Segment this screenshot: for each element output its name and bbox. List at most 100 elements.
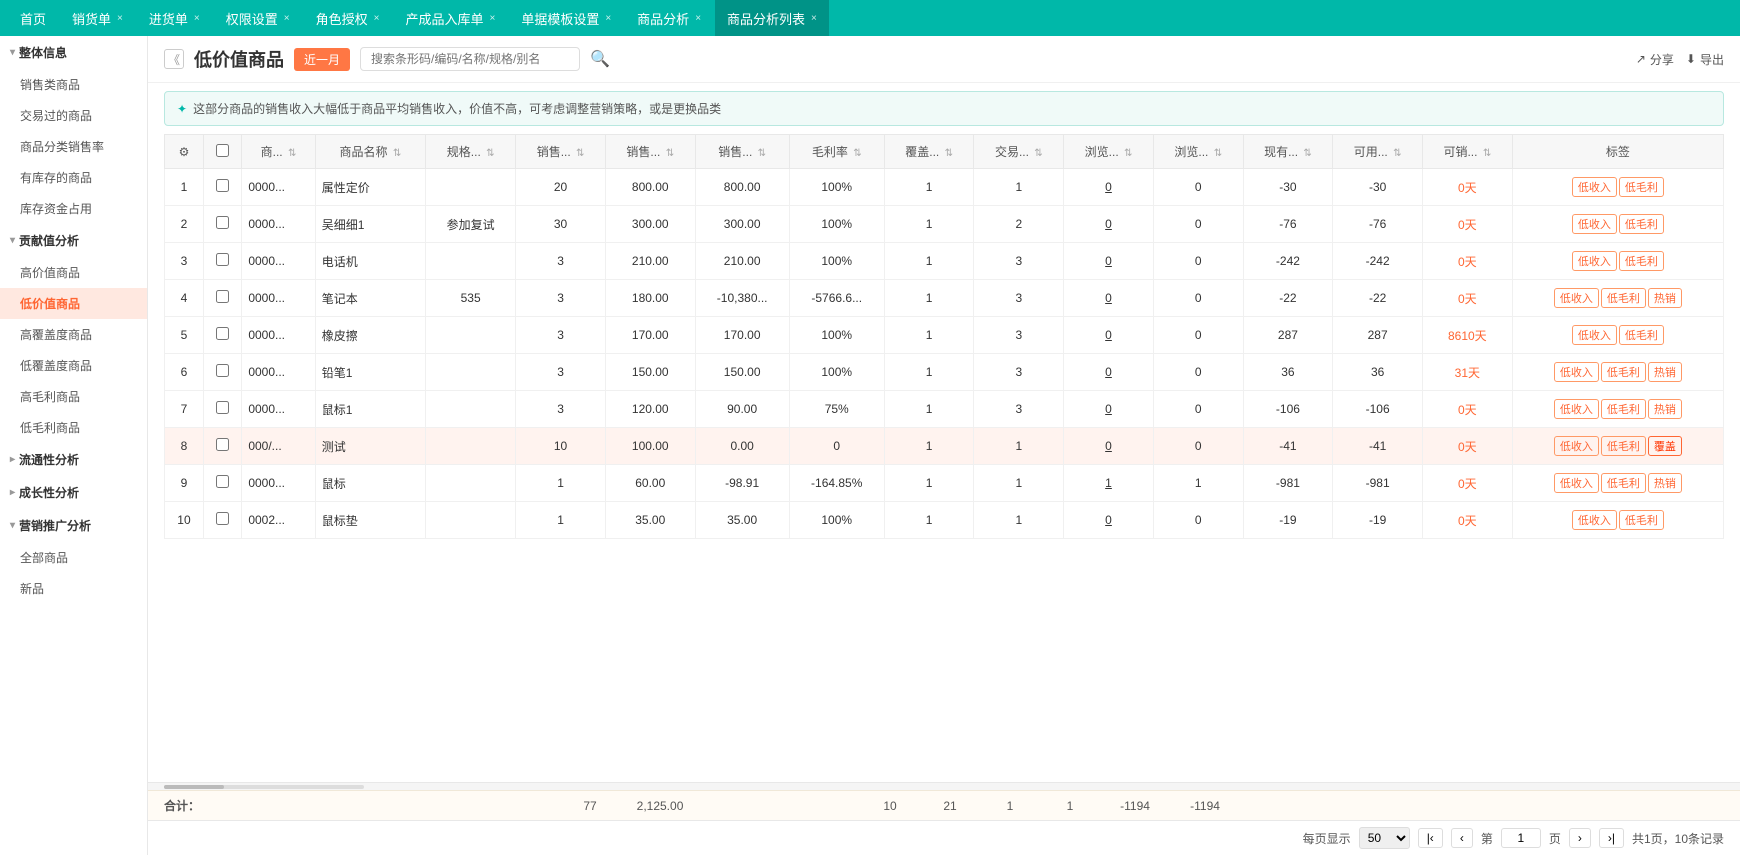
export-button[interactable]: ⬇ 导出 <box>1686 51 1724 68</box>
views1-link[interactable]: 0 <box>1105 180 1112 194</box>
col-settings[interactable]: ⚙ <box>165 135 204 169</box>
sidebar-item-traded-products[interactable]: 交易过的商品 <box>0 100 147 131</box>
search-icon[interactable]: 🔍 <box>590 49 610 69</box>
row-checkbox[interactable] <box>203 206 241 243</box>
next-page-button[interactable]: › <box>1569 828 1591 848</box>
row-checkbox[interactable] <box>203 502 241 539</box>
nav-permission-settings[interactable]: 权限设置 × <box>214 0 302 36</box>
row-select-checkbox[interactable] <box>216 253 229 266</box>
row-select-checkbox[interactable] <box>216 475 229 488</box>
share-button[interactable]: ↗ 分享 <box>1636 51 1674 68</box>
sidebar-item-category-sales-rate[interactable]: 商品分类销售率 <box>0 131 147 162</box>
scrollbar-thumb[interactable] <box>164 785 224 789</box>
nav-home[interactable]: 首页 <box>8 0 58 36</box>
col-name[interactable]: 商品名称 ⇅ <box>315 135 425 169</box>
sidebar-item-high-value[interactable]: 高价值商品 <box>0 257 147 288</box>
views1-link[interactable]: 0 <box>1105 513 1112 527</box>
row-select-checkbox[interactable] <box>216 512 229 525</box>
col-sales2[interactable]: 销售... ⇅ <box>605 135 695 169</box>
row-select-checkbox[interactable] <box>216 401 229 414</box>
row-checkbox[interactable] <box>203 169 241 206</box>
search-input[interactable] <box>360 47 580 71</box>
first-page-button[interactable]: |‹ <box>1418 828 1443 848</box>
views1-link[interactable]: 1 <box>1105 476 1112 490</box>
row-select-checkbox[interactable] <box>216 327 229 340</box>
views1-link[interactable]: 0 <box>1105 439 1112 453</box>
nav-purchase-order[interactable]: 进货单 × <box>137 0 212 36</box>
row-select-checkbox[interactable] <box>216 364 229 377</box>
close-icon[interactable]: × <box>695 13 701 24</box>
nav-role-auth[interactable]: 角色授权 × <box>304 0 392 36</box>
footer-col5: 10 <box>860 799 920 813</box>
row-seq: 7 <box>165 391 204 428</box>
sidebar-item-low-value[interactable]: 低价值商品 <box>0 288 147 319</box>
row-checkbox[interactable] <box>203 465 241 502</box>
col-sellable-stock[interactable]: 可销... ⇅ <box>1422 135 1512 169</box>
sidebar-item-high-margin[interactable]: 高毛利商品 <box>0 381 147 412</box>
row-select-checkbox[interactable] <box>216 438 229 451</box>
sidebar-item-inventory-capital[interactable]: 库存资金占用 <box>0 193 147 224</box>
col-checkbox[interactable] <box>203 135 241 169</box>
col-transaction[interactable]: 交易... ⇅ <box>974 135 1064 169</box>
sidebar-group-growth[interactable]: ▸ 成长性分析 <box>0 476 147 509</box>
row-select-checkbox[interactable] <box>216 179 229 192</box>
sidebar-item-all-products[interactable]: 全部商品 <box>0 542 147 573</box>
nav-sales-order[interactable]: 销货单 × <box>60 0 135 36</box>
col-current-stock[interactable]: 现有... ⇅ <box>1243 135 1333 169</box>
sidebar-item-high-coverage[interactable]: 高覆盖度商品 <box>0 319 147 350</box>
close-icon[interactable]: × <box>811 13 817 24</box>
row-checkbox[interactable] <box>203 317 241 354</box>
last-page-button[interactable]: ›| <box>1599 828 1624 848</box>
sidebar-item-low-margin[interactable]: 低毛利商品 <box>0 412 147 443</box>
row-select-checkbox[interactable] <box>216 216 229 229</box>
col-margin[interactable]: 毛利率 ⇅ <box>789 135 884 169</box>
row-checkbox[interactable] <box>203 243 241 280</box>
row-checkbox[interactable] <box>203 280 241 317</box>
col-spec[interactable]: 规格... ⇅ <box>426 135 516 169</box>
sidebar-group-overall[interactable]: ▾ 整体信息 <box>0 36 147 69</box>
views1-link[interactable]: 0 <box>1105 402 1112 416</box>
sidebar-group-circulation[interactable]: ▸ 流通性分析 <box>0 443 147 476</box>
scrollbar-track[interactable] <box>164 785 364 789</box>
collapse-button[interactable]: 《 <box>164 49 184 69</box>
views1-link[interactable]: 0 <box>1105 365 1112 379</box>
nav-product-inbound[interactable]: 产成品入库单 × <box>393 0 507 36</box>
nav-template-settings[interactable]: 单据模板设置 × <box>509 0 623 36</box>
row-checkbox[interactable] <box>203 354 241 391</box>
close-icon[interactable]: × <box>374 13 380 24</box>
row-code: 0000... <box>242 317 315 354</box>
col-code[interactable]: 商... ⇅ <box>242 135 315 169</box>
close-icon[interactable]: × <box>117 13 123 24</box>
col-sales1[interactable]: 销售... ⇅ <box>516 135 606 169</box>
sidebar-group-marketing[interactable]: ▾ 营销推广分析 <box>0 509 147 542</box>
filter-recent-month-button[interactable]: 近一月 <box>294 48 350 71</box>
sidebar-item-sales-products[interactable]: 销售类商品 <box>0 69 147 100</box>
horizontal-scrollbar[interactable] <box>148 782 1740 790</box>
nav-product-analysis[interactable]: 商品分析 × <box>625 0 713 36</box>
prev-page-button[interactable]: ‹ <box>1451 828 1473 848</box>
sidebar-item-low-coverage[interactable]: 低覆盖度商品 <box>0 350 147 381</box>
views1-link[interactable]: 0 <box>1105 291 1112 305</box>
close-icon[interactable]: × <box>605 13 611 24</box>
select-all-checkbox[interactable] <box>216 144 229 157</box>
views1-link[interactable]: 0 <box>1105 217 1112 231</box>
row-checkbox[interactable] <box>203 428 241 465</box>
views1-link[interactable]: 0 <box>1105 254 1112 268</box>
close-icon[interactable]: × <box>194 13 200 24</box>
close-icon[interactable]: × <box>284 13 290 24</box>
views1-link[interactable]: 0 <box>1105 328 1112 342</box>
page-size-select[interactable]: 50 100 200 <box>1359 827 1410 849</box>
col-views2[interactable]: 浏览... ⇅ <box>1153 135 1243 169</box>
col-available-stock[interactable]: 可用... ⇅ <box>1333 135 1423 169</box>
row-select-checkbox[interactable] <box>216 290 229 303</box>
close-icon[interactable]: × <box>489 13 495 24</box>
row-checkbox[interactable] <box>203 391 241 428</box>
col-coverage[interactable]: 覆盖... ⇅ <box>884 135 974 169</box>
col-sales3[interactable]: 销售... ⇅ <box>695 135 789 169</box>
page-number-input[interactable] <box>1501 828 1541 848</box>
col-views1[interactable]: 浏览... ⇅ <box>1064 135 1154 169</box>
sidebar-item-new-products[interactable]: 新品 <box>0 573 147 604</box>
sidebar-item-stocked-products[interactable]: 有库存的商品 <box>0 162 147 193</box>
sidebar-group-contribution[interactable]: ▾ 贡献值分析 <box>0 224 147 257</box>
nav-product-analysis-list[interactable]: 商品分析列表 × <box>715 0 829 36</box>
